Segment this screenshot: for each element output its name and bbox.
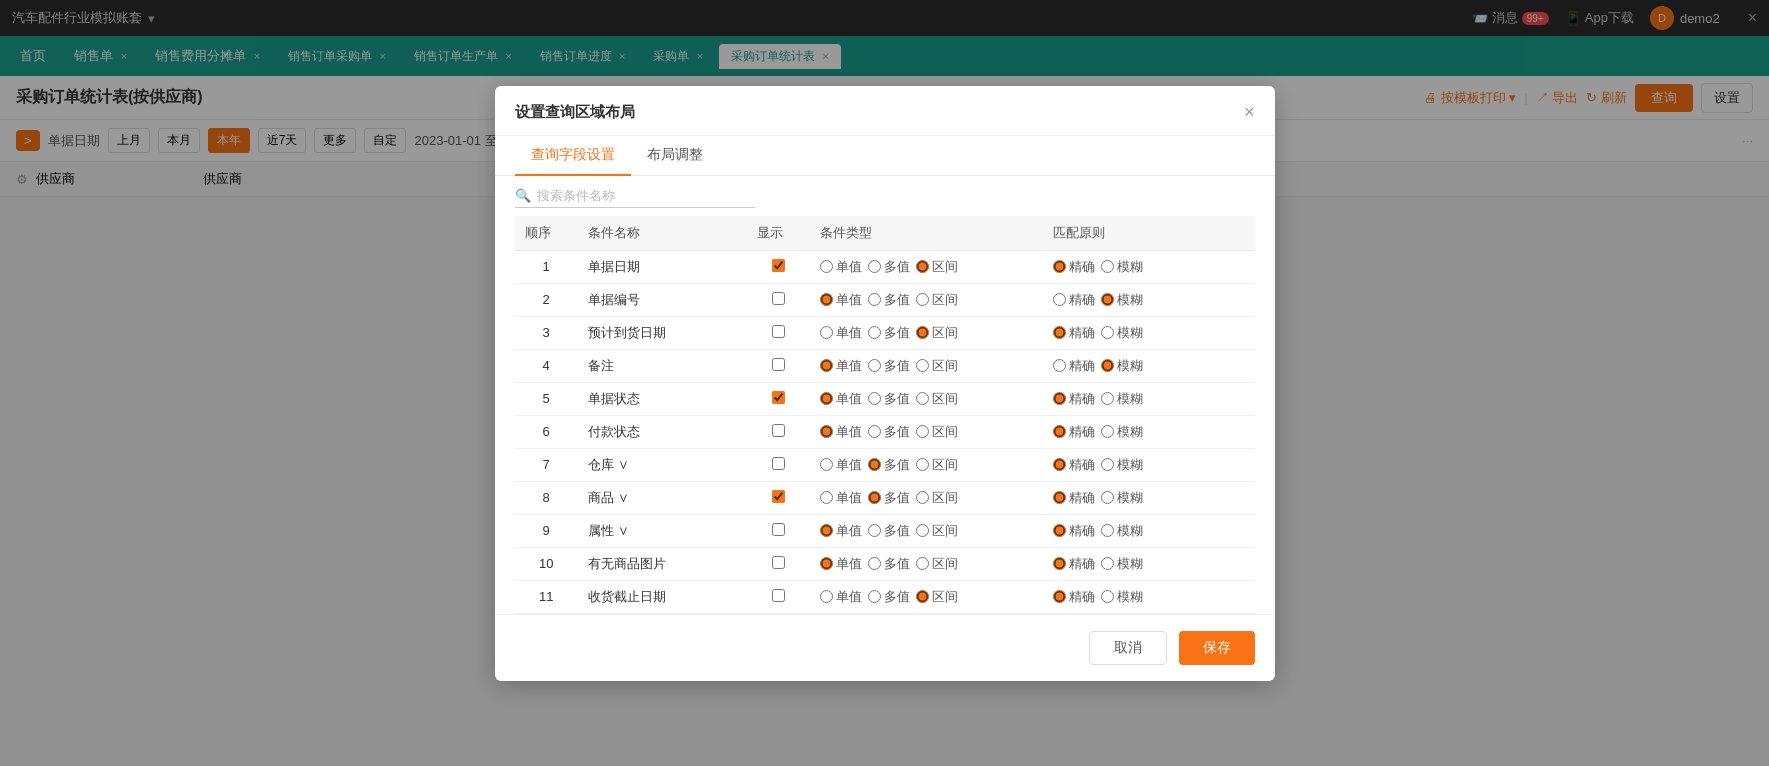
modal-search-area: 🔍	[495, 176, 1275, 198]
modal-tabs: 查询字段设置 布局调整	[495, 136, 1275, 176]
tab-query-fields[interactable]: 查询字段设置	[515, 136, 631, 176]
modal-title: 设置查询区域布局	[515, 103, 635, 122]
modal-search-input[interactable]	[537, 188, 755, 198]
tab-layout[interactable]: 布局调整	[631, 136, 719, 176]
search-icon: 🔍	[515, 188, 531, 198]
modal-search-inner: 🔍	[515, 188, 755, 198]
modal-close-button[interactable]: ×	[1244, 102, 1255, 123]
modal: 设置查询区域布局 × 查询字段设置 布局调整 🔍 顺序 条件名称 显示	[495, 86, 1275, 198]
modal-overlay[interactable]: 设置查询区域布局 × 查询字段设置 布局调整 🔍 顺序 条件名称 显示	[0, 0, 1769, 197]
modal-header: 设置查询区域布局 ×	[495, 86, 1275, 136]
